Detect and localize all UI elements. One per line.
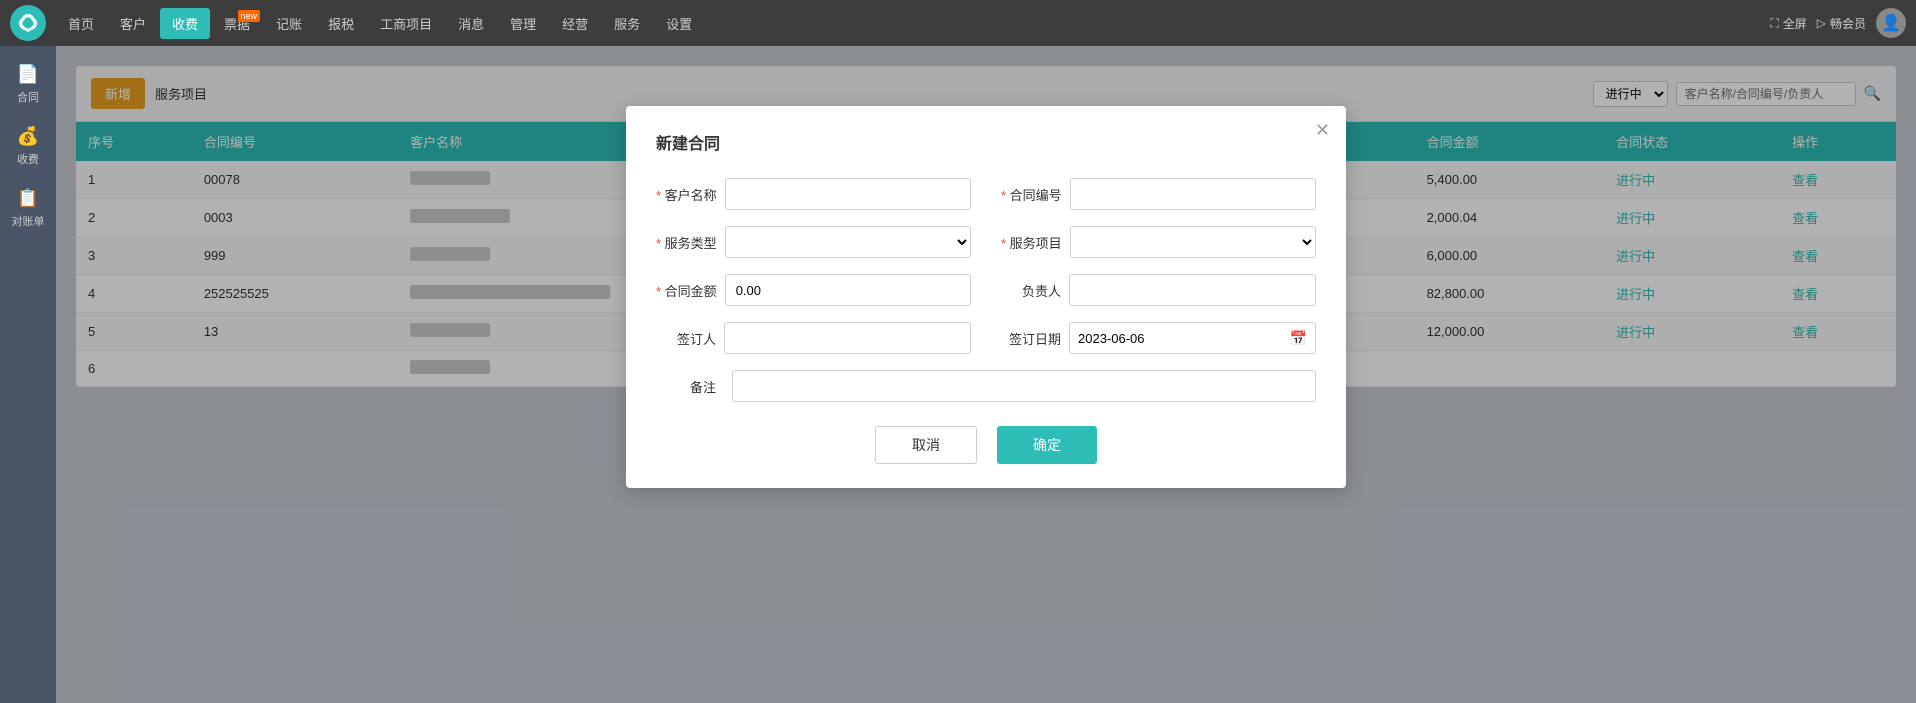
nav-right-area: ⛶ 全屏 ▷ 畅会员 👤 [1770,8,1906,38]
nav-home[interactable]: 首页 [56,8,106,39]
nav-settings[interactable]: 设置 [654,8,704,39]
remark-label: 备注 [656,377,716,396]
remark-row: 备注 [656,370,1316,402]
contract-amount-row: 合同金额 [656,274,971,306]
signer-label: 签订人 [656,329,716,348]
sign-date-input[interactable] [1078,331,1284,346]
customer-name-label: 客户名称 [656,185,717,204]
service-item-select[interactable] [1070,226,1316,258]
app-logo [10,5,46,41]
responsible-person-row: 负责人 [1001,274,1316,306]
sidebar-item-statement[interactable]: 📋 对账单 [3,180,53,237]
contract-amount-input[interactable] [725,274,971,306]
nav-service[interactable]: 服务 [602,8,652,39]
nav-tax[interactable]: 报税 [316,8,366,39]
contract-no-input[interactable] [1070,178,1316,210]
contract-icon: 📄 [17,64,39,85]
calendar-icon[interactable]: 📅 [1290,330,1307,347]
service-item-row: 服务项目 [1001,226,1316,258]
contract-no-label: 合同编号 [1001,185,1062,204]
nav-manage[interactable]: 管理 [498,8,548,39]
service-item-label: 服务项目 [1001,233,1062,252]
nav-menu: 首页 客户 收费 票据 new 记账 报税 工商项目 消息 管理 经营 服务 设… [56,8,1770,39]
service-type-label: 服务类型 [656,233,717,252]
fee-icon: 💰 [17,126,39,147]
new-contract-modal: ✕ 新建合同 客户名称 合同编号 服务类型 [626,106,1346,488]
service-type-row: 服务类型 [656,226,971,258]
sign-date-row: 签订日期 📅 [1001,322,1316,354]
responsible-person-input[interactable] [1069,274,1316,306]
customer-name-input[interactable] [725,178,971,210]
form-grid: 客户名称 合同编号 服务类型 服务项目 [656,178,1316,354]
modal-close-button[interactable]: ✕ [1315,120,1330,141]
modal-footer: 取消 确定 [656,426,1316,464]
new-badge: new [238,10,261,22]
top-navigation: 首页 客户 收费 票据 new 记账 报税 工商项目 消息 管理 经营 服务 设… [0,0,1916,46]
cancel-button[interactable]: 取消 [875,426,977,464]
sidebar-item-fee[interactable]: 💰 收费 [3,118,53,175]
statement-icon: 📋 [17,188,39,209]
sidebar-item-contract[interactable]: 📄 合同 [3,56,53,113]
confirm-button[interactable]: 确定 [997,426,1097,464]
main-layout: 📄 合同 💰 收费 📋 对账单 新增 服务项目 进行中 🔍 [0,46,1916,703]
avatar[interactable]: 👤 [1876,8,1906,38]
customer-name-row: 客户名称 [656,178,971,210]
contract-no-row: 合同编号 [1001,178,1316,210]
modal-overlay: ✕ 新建合同 客户名称 合同编号 服务类型 [56,46,1916,703]
nav-customer[interactable]: 客户 [108,8,158,39]
nav-fee[interactable]: 收费 [160,8,210,39]
responsible-person-label: 负责人 [1001,281,1061,300]
nav-message[interactable]: 消息 [446,8,496,39]
vip-button[interactable]: ▷ 畅会员 [1817,15,1866,32]
fullscreen-button[interactable]: ⛶ 全屏 [1770,15,1806,32]
signer-input[interactable] [724,322,971,354]
nav-invoice[interactable]: 票据 new [212,8,262,39]
remark-input[interactable] [732,370,1316,402]
modal-title: 新建合同 [656,130,1316,154]
vip-icon: ▷ [1817,16,1826,30]
nav-bookkeeping[interactable]: 记账 [264,8,314,39]
signer-row: 签订人 [656,322,971,354]
service-type-select[interactable] [725,226,971,258]
nav-operation[interactable]: 经营 [550,8,600,39]
sign-date-label: 签订日期 [1001,329,1061,348]
sidebar: 📄 合同 💰 收费 📋 对账单 [0,46,56,703]
contract-amount-label: 合同金额 [656,281,717,300]
content-area: 新增 服务项目 进行中 🔍 序号 合同编号 客户名称 服 [56,46,1916,703]
date-input-wrap: 📅 [1069,322,1316,354]
nav-business[interactable]: 工商项目 [368,8,444,39]
fullscreen-icon: ⛶ [1770,16,1778,31]
